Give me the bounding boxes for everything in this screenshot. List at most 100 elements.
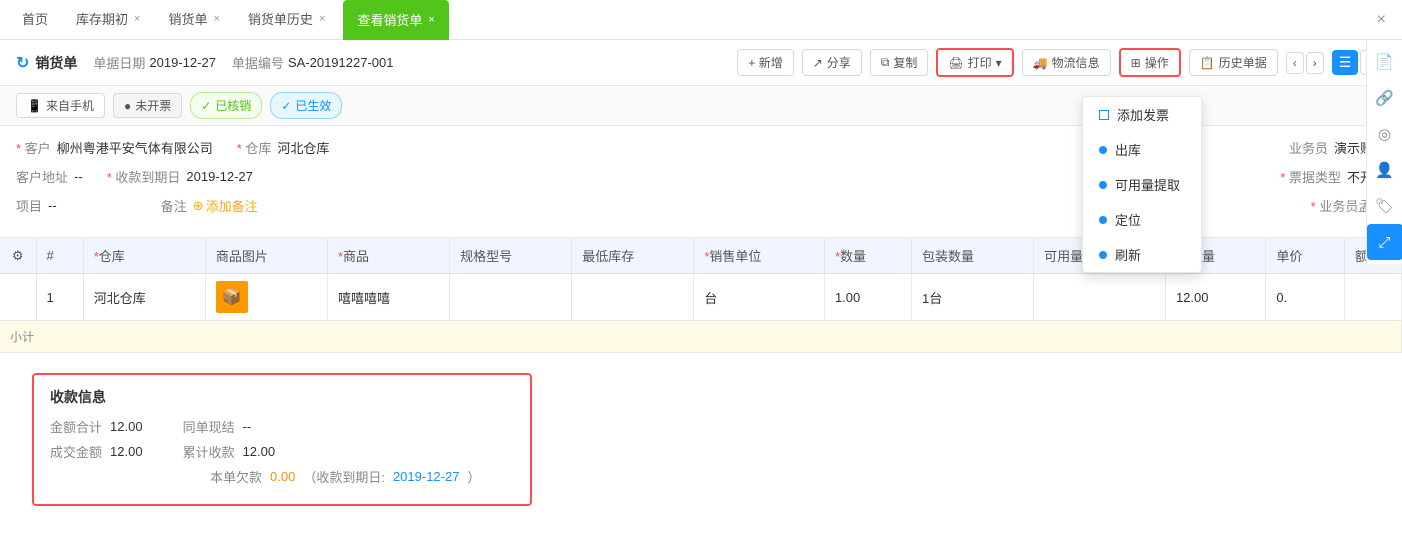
sidebar-expand-icon[interactable]: ⤢: [1367, 224, 1402, 260]
tab-sales-history-label: 销货单历史: [248, 9, 313, 28]
dot-icon-2: [1099, 181, 1107, 189]
payment-date-label: 收款到期日: [107, 167, 181, 186]
row-available: [1034, 274, 1166, 321]
status-effective[interactable]: ✓ 已生效: [270, 92, 342, 119]
copy-label: 复制: [893, 54, 917, 71]
col-gear[interactable]: ⚙: [0, 238, 36, 274]
tab-view-sales[interactable]: 查看销货单 ×: [343, 0, 448, 40]
dropdown-add-invoice[interactable]: 添加发票: [1083, 97, 1201, 132]
col-spec: 规格型号: [450, 238, 572, 274]
transaction-amount-label: 成交金额: [50, 442, 102, 461]
available-qty-label: 可用量提取: [1115, 175, 1180, 194]
row-warehouse: 河北仓库: [83, 274, 205, 321]
sidebar-user-icon[interactable]: 👤: [1367, 152, 1402, 188]
payment-title: 收款信息: [50, 387, 514, 407]
add-note-label: 添加备注: [206, 196, 258, 215]
logistics-icon: 🚚: [1033, 56, 1048, 70]
total-amount-label: 金额合计: [50, 417, 102, 436]
sidebar-link-icon[interactable]: 🔗: [1367, 80, 1402, 116]
project-label: 项目: [16, 196, 42, 215]
transaction-amount-value: 12.00: [110, 444, 143, 459]
operation-label: 操作: [1145, 54, 1169, 71]
sidebar-circle-icon[interactable]: ◎: [1367, 116, 1402, 152]
share-button[interactable]: ↗ 分享: [802, 49, 862, 76]
payment-row-2: 成交金额 12.00 累计收款 12.00: [50, 442, 514, 461]
logistics-button[interactable]: 🚚 物流信息: [1022, 49, 1111, 76]
col-min-stock: 最低库存: [572, 238, 694, 274]
row-amount: [1344, 274, 1401, 321]
history-button[interactable]: 📋 历史单据: [1189, 49, 1278, 76]
subtotal-label: 小计: [0, 321, 1402, 353]
refresh-label: 刷新: [1115, 245, 1141, 264]
payment-row-3: 本单欠款 0.00 （收款到期日: 2019-12-27 ）: [50, 467, 514, 486]
not-opened-button[interactable]: ● 未开票: [113, 93, 182, 118]
tab-inventory-close[interactable]: ×: [134, 13, 140, 25]
share-icon: ↗: [813, 56, 823, 70]
nav-prev[interactable]: ‹: [1286, 52, 1304, 74]
due-value: 0.00: [270, 469, 295, 484]
print-button[interactable]: 🖨 打印 ▾: [936, 48, 1013, 77]
number-value: SA-20191227-001: [288, 55, 394, 70]
tab-sales[interactable]: 销货单 ×: [154, 0, 233, 40]
sales-staff-label: 业务员孟: [1311, 196, 1372, 215]
col-warehouse: *仓库: [83, 238, 205, 274]
tab-view-sales-close[interactable]: ×: [428, 14, 434, 26]
mobile-label: 来自手机: [46, 97, 94, 114]
row-min-stock: [572, 274, 694, 321]
print-icon: 🖨: [948, 56, 963, 70]
doc-number-field: 单据编号 SA-20191227-001: [232, 53, 394, 72]
dot-icon-4: [1099, 251, 1107, 259]
tab-inventory-label: 库存期初: [76, 9, 128, 28]
add-note-button[interactable]: ⊕ 添加备注: [193, 196, 258, 215]
col-quantity: *数量: [824, 238, 911, 274]
print-arrow: ▾: [996, 56, 1002, 70]
payment-section: 收款信息 金额合计 12.00 同单现结 -- 成交金额 12.00 累计收款: [32, 373, 532, 506]
tab-sales-history-close[interactable]: ×: [319, 13, 325, 25]
operation-button[interactable]: ⊞ 操作: [1119, 48, 1181, 77]
dropdown-refresh[interactable]: 刷新: [1083, 237, 1201, 272]
logistics-label: 物流信息: [1052, 54, 1100, 71]
table-row: 1 河北仓库 📦 嘻嘻嘻嘻 台 1.00 1台 12.00 0.: [0, 274, 1402, 321]
cumulative-label: 累计收款: [183, 442, 235, 461]
due-label: 本单欠款: [210, 467, 262, 486]
row-sales-unit: 台: [694, 274, 825, 321]
payment-date-value: 2019-12-27: [186, 169, 253, 184]
tab-sales-close[interactable]: ×: [213, 13, 219, 25]
number-label: 单据编号: [232, 53, 284, 72]
staff-label: 业务员: [1289, 138, 1328, 157]
tab-sales-history[interactable]: 销货单历史 ×: [234, 0, 339, 40]
row-pack-qty: 1台: [912, 274, 1034, 321]
nav-next[interactable]: ›: [1306, 52, 1324, 74]
dropdown-locate[interactable]: 定位: [1083, 202, 1201, 237]
col-product-img: 商品图片: [205, 238, 327, 274]
view-list-button[interactable]: ☰: [1332, 50, 1359, 75]
new-button[interactable]: + 新增: [737, 49, 793, 76]
transaction-amount-item: 成交金额 12.00: [50, 442, 143, 461]
tab-home[interactable]: 首页: [8, 0, 62, 40]
dropdown-outbound[interactable]: 出库: [1083, 132, 1201, 167]
sidebar-doc-icon[interactable]: 📄: [1367, 44, 1402, 80]
nav-arrows: ‹ ›: [1286, 52, 1324, 74]
add-icon: ⊕: [193, 198, 204, 214]
tab-bar: 首页 库存期初 × 销货单 × 销货单历史 × 查看销货单 × ×: [0, 0, 1402, 40]
dropdown-available-qty[interactable]: 可用量提取: [1083, 167, 1201, 202]
effective-icon: ✓: [281, 99, 291, 113]
history-icon: 📋: [1200, 56, 1215, 70]
copy-button[interactable]: ⧉ 复制: [870, 49, 929, 76]
project-field: 项目 --: [16, 196, 57, 215]
col-num: #: [36, 238, 83, 274]
same-order-label: 同单现结: [183, 417, 235, 436]
due-date: 2019-12-27: [393, 469, 460, 484]
row-gear: [0, 274, 36, 321]
doc-title-icon: ↻: [16, 53, 29, 73]
window-close-button[interactable]: ×: [1369, 11, 1394, 29]
sidebar-tag-icon[interactable]: 🏷: [1367, 188, 1402, 224]
row-product: 嘻嘻嘻嘻: [327, 274, 449, 321]
row-product-img: 📦: [205, 274, 327, 321]
cumulative-value: 12.00: [243, 444, 276, 459]
doc-title: ↻ 销货单: [16, 53, 77, 73]
tab-inventory[interactable]: 库存期初 ×: [62, 0, 154, 40]
status-cancelled[interactable]: ✓ 已核销: [190, 92, 262, 119]
row-spec: [450, 274, 572, 321]
from-mobile-button[interactable]: 📱 来自手机: [16, 93, 105, 118]
